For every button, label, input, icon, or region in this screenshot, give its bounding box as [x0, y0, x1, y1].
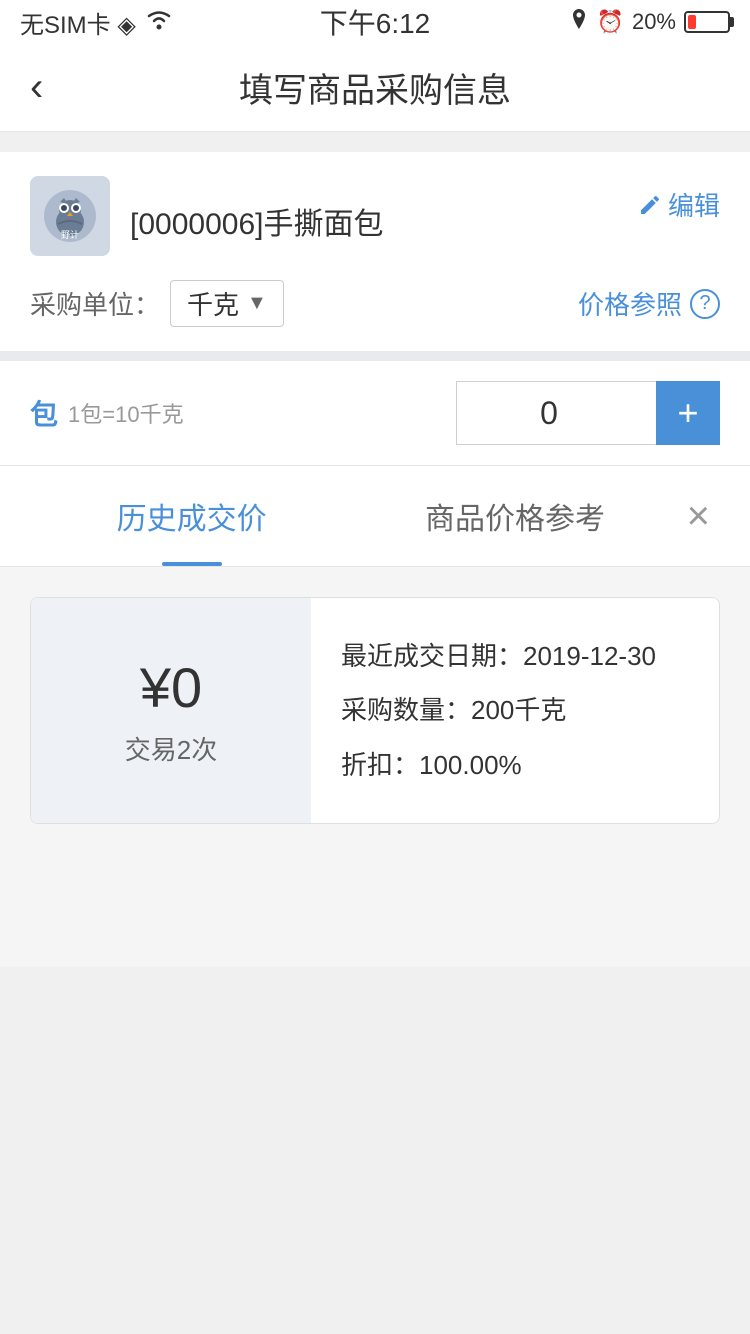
tab-product-price[interactable]: 商品价格参考 — [353, 466, 676, 566]
tab-history-price[interactable]: 历史成交价 — [30, 466, 353, 566]
package-ratio: 1包=10千克 — [68, 397, 184, 429]
history-card: ¥0 交易2次 最近成交日期：2019-12-30 采购数量：200千克 折扣：… — [30, 597, 720, 824]
status-time: 下午6:12 — [320, 2, 431, 42]
page-title: 填写商品采购信息 — [239, 63, 511, 112]
purchase-quantity-row: 采购数量：200千克 — [341, 692, 689, 728]
status-bar: 无SIM卡 ◈ 下午6:12 ⏰ 20% — [0, 0, 750, 44]
purchase-quantity-label: 采购数量： — [341, 695, 471, 725]
tab-close-button[interactable]: × — [677, 496, 720, 536]
tab-product-price-label: 商品价格参考 — [425, 503, 605, 536]
help-circle-icon: ? — [690, 289, 720, 319]
unit-select-dropdown[interactable]: 千克 ▼ — [170, 280, 284, 327]
history-price-value: ¥0 — [140, 655, 202, 720]
recent-date-label: 最近成交日期： — [341, 641, 523, 671]
unit-text-label: 采购单位： — [30, 285, 160, 322]
edit-icon — [638, 193, 662, 217]
status-right-icons: ⏰ 20% — [569, 7, 730, 37]
product-header: 野计 [0000006]手撕面包 编辑 — [30, 176, 720, 256]
quantity-input-wrapper: + — [456, 381, 720, 445]
package-icon-label: 包 — [30, 393, 58, 433]
product-card: 野计 [0000006]手撕面包 编辑 采购单位： 千克 ▼ 价格参照 ? — [0, 152, 750, 351]
product-logo-icon: 野计 — [42, 188, 98, 244]
history-content: ¥0 交易2次 最近成交日期：2019-12-30 采购数量：200千克 折扣：… — [0, 567, 750, 967]
price-ref-label: 价格参照 — [578, 285, 682, 322]
quantity-plus-button[interactable]: + — [656, 381, 720, 445]
location-icon — [569, 7, 589, 37]
back-button[interactable]: ‹ — [30, 65, 90, 110]
product-left: 野计 [0000006]手撕面包 — [30, 176, 383, 256]
history-price-panel: ¥0 交易2次 — [31, 598, 311, 823]
discount-label: 折扣： — [341, 750, 419, 780]
price-ref-button[interactable]: 价格参照 ? — [578, 285, 720, 322]
recent-date-value: 2019-12-30 — [523, 641, 656, 671]
status-carrier: 无SIM卡 ◈ — [20, 5, 174, 40]
alarm-icon: ⏰ — [597, 9, 624, 35]
product-unit-row: 采购单位： 千克 ▼ 价格参照 ? — [30, 280, 720, 327]
unit-value: 千克 — [187, 285, 239, 322]
battery-icon — [684, 11, 730, 33]
edit-button[interactable]: 编辑 — [638, 176, 720, 223]
discount-value: 100.00% — [419, 750, 522, 780]
product-name: [0000006]手撕面包 — [130, 189, 383, 243]
unit-label: 采购单位： 千克 ▼ — [30, 280, 284, 327]
svg-text:野计: 野计 — [61, 229, 79, 240]
wifi-icon — [144, 8, 174, 37]
product-thumbnail: 野计 — [30, 176, 110, 256]
nav-bar: ‹ 填写商品采购信息 — [0, 44, 750, 132]
recent-date-row: 最近成交日期：2019-12-30 — [341, 638, 689, 674]
discount-row: 折扣：100.00% — [341, 747, 689, 783]
carrier-text: 无SIM卡 ◈ — [20, 5, 136, 40]
tab-history-label: 历史成交价 — [117, 503, 267, 536]
tabs-bar: 历史成交价 商品价格参考 × — [0, 466, 750, 567]
dropdown-arrow-icon: ▼ — [247, 292, 267, 315]
quantity-input[interactable] — [456, 381, 656, 445]
battery-pct-text: 20% — [632, 9, 676, 35]
quantity-row: 包 1包=10千克 + — [0, 361, 750, 466]
section-divider — [0, 351, 750, 361]
quantity-label: 包 1包=10千克 — [30, 393, 184, 433]
edit-label: 编辑 — [668, 186, 720, 223]
purchase-quantity-value: 200千克 — [471, 695, 566, 725]
history-details-panel: 最近成交日期：2019-12-30 采购数量：200千克 折扣：100.00% — [311, 598, 719, 823]
history-trades-count: 交易2次 — [125, 730, 217, 767]
